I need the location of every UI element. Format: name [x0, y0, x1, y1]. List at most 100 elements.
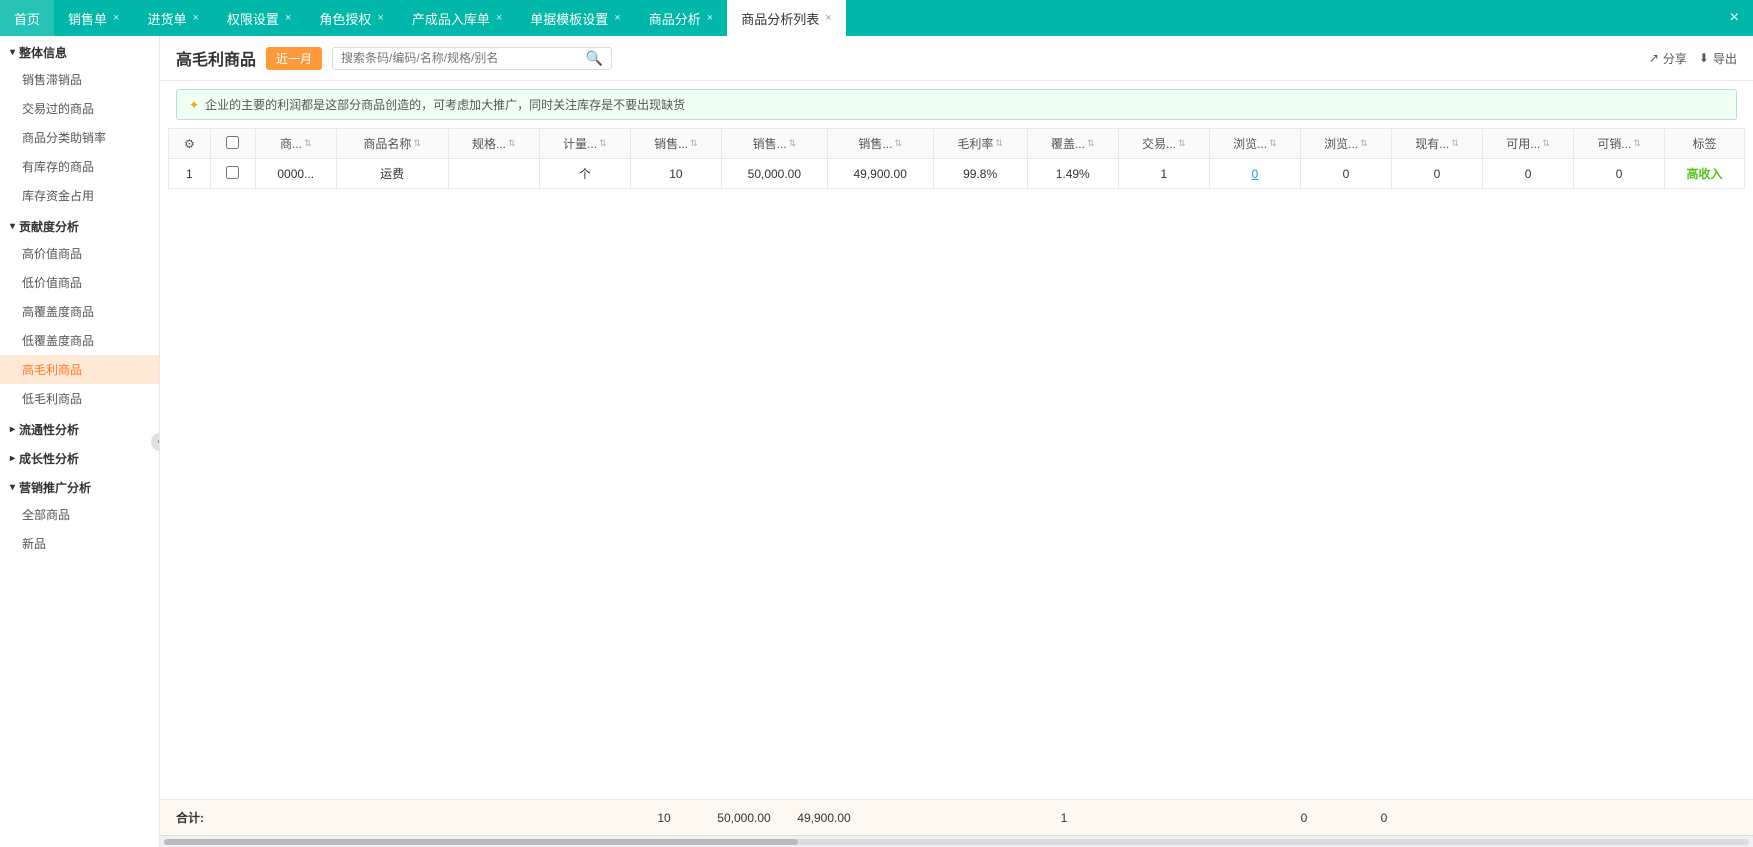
- col-label-9: 毛利率: [957, 135, 993, 152]
- nav-item-7[interactable]: 商品分析 ×: [635, 0, 727, 36]
- row-coverage: 1.49%: [1027, 159, 1118, 189]
- col-label-13: 浏览...: [1324, 135, 1358, 152]
- scroll-track: [164, 839, 1749, 845]
- sidebar-item-0-4[interactable]: 库存资金占用: [0, 181, 159, 210]
- section-label-4: 营销推广分析: [19, 479, 91, 496]
- col-header-16[interactable]: 可销...⇅: [1574, 129, 1665, 159]
- col-header-6[interactable]: 销售...⇅: [630, 129, 721, 159]
- sidebar-item-1-4[interactable]: 高毛利商品: [0, 355, 159, 384]
- nav-item-8[interactable]: 商品分析列表 ×: [727, 0, 845, 36]
- content-area: 高毛利商品 近一月 🔍 ↗ 分享 ⬇ 导出 ✦ 企业的主要的利润都是这部分商品创…: [160, 36, 1753, 847]
- col-header-7[interactable]: 销售...⇅: [721, 129, 827, 159]
- nav-item-2[interactable]: 进货单 ×: [133, 0, 212, 36]
- select-all-checkbox[interactable]: [226, 136, 239, 149]
- sort-icon-10: ⇅: [1087, 138, 1095, 149]
- section-arrow-0: ▾: [10, 47, 15, 58]
- sort-icon-5: ⇅: [599, 138, 607, 149]
- sidebar-section-3[interactable]: ▸成长性分析: [0, 442, 159, 471]
- table-row: 10000...运费个1050,000.0049,900.0099.8%1.49…: [169, 159, 1745, 189]
- sort-icon-12: ⇅: [1269, 138, 1277, 149]
- horizontal-scrollbar[interactable]: [160, 835, 1753, 847]
- row-code: 0000...: [255, 159, 336, 189]
- main-area: « ▾整体信息销售滞销品交易过的商品商品分类助销率有库存的商品库存资金占用▾贡献…: [0, 36, 1753, 847]
- sort-icon-11: ⇅: [1178, 138, 1186, 149]
- sidebar-item-1-2[interactable]: 高覆盖度商品: [0, 297, 159, 326]
- sidebar-item-0-3[interactable]: 有库存的商品: [0, 152, 159, 181]
- sidebar-section-0[interactable]: ▾ 整体信息: [0, 36, 159, 65]
- sidebar-item-1-0[interactable]: 高价值商品: [0, 239, 159, 268]
- col-header-4[interactable]: 规格...⇅: [448, 129, 539, 159]
- footer-cell-5: 10: [624, 811, 704, 825]
- search-input[interactable]: [341, 51, 586, 65]
- sort-icon-2: ⇅: [304, 138, 312, 149]
- nav-close-5[interactable]: ×: [496, 12, 502, 24]
- sidebar-item-0-2[interactable]: 商品分类助销率: [0, 123, 159, 152]
- nav-item-5[interactable]: 产成品入库单 ×: [398, 0, 516, 36]
- sidebar-item-1-3[interactable]: 低覆盖度商品: [0, 326, 159, 355]
- sidebar-item-1-1[interactable]: 低价值商品: [0, 268, 159, 297]
- share-button[interactable]: ↗ 分享: [1649, 50, 1687, 67]
- sidebar-section-2[interactable]: ▸流通性分析: [0, 413, 159, 442]
- nav-close-2[interactable]: ×: [192, 12, 198, 24]
- footer-cells: 1050,000.0049,900.00100: [224, 811, 1737, 825]
- sidebar-item-1-5[interactable]: 低毛利商品: [0, 384, 159, 413]
- col-header-14[interactable]: 现有...⇅: [1391, 129, 1482, 159]
- sort-icon-14: ⇅: [1451, 138, 1459, 149]
- col-label-2: 商...: [280, 135, 302, 152]
- row-sellable: 0: [1574, 159, 1665, 189]
- search-icon[interactable]: 🔍: [586, 50, 603, 67]
- col-header-12[interactable]: 浏览...⇅: [1209, 129, 1300, 159]
- info-banner: ✦ 企业的主要的利润都是这部分商品创造的，可考虑加大推广，同时关注库存是不要出现…: [176, 89, 1737, 120]
- sidebar-section-1[interactable]: ▾贡献度分析: [0, 210, 159, 239]
- sidebar-item-0-0[interactable]: 销售滞销品: [0, 65, 159, 94]
- nav-close-3[interactable]: ×: [285, 12, 291, 24]
- sidebar: « ▾整体信息销售滞销品交易过的商品商品分类助销率有库存的商品库存资金占用▾贡献…: [0, 36, 160, 847]
- nav-item-6[interactable]: 单据模板设置 ×: [516, 0, 634, 36]
- sort-icon-9: ⇅: [995, 138, 1003, 149]
- col-header-10[interactable]: 覆盖...⇅: [1027, 129, 1118, 159]
- col-label-8: 销售...: [858, 135, 892, 152]
- nav-close-7[interactable]: ×: [707, 12, 713, 24]
- col-header-5[interactable]: 计量...⇅: [539, 129, 630, 159]
- col-header-13[interactable]: 浏览...⇅: [1300, 129, 1391, 159]
- filter-period-button[interactable]: 近一月: [266, 47, 322, 70]
- row-unit: 个: [539, 159, 630, 189]
- footer-cell-7: 49,900.00: [784, 811, 864, 825]
- sidebar-item-4-0[interactable]: 全部商品: [0, 500, 159, 529]
- table-wrapper: ⚙商...⇅商品名称⇅规格...⇅计量...⇅销售...⇅销售...⇅销售...…: [160, 128, 1753, 799]
- nav-close-8[interactable]: ×: [825, 12, 831, 24]
- info-banner-text: 企业的主要的利润都是这部分商品创造的，可考虑加大推广，同时关注库存是不要出现缺货: [205, 96, 685, 113]
- sidebar-item-0-1[interactable]: 交易过的商品: [0, 94, 159, 123]
- col-header-2[interactable]: 商...⇅: [255, 129, 336, 159]
- sidebar-item-4-1[interactable]: 新品: [0, 529, 159, 558]
- section-label-0: 整体信息: [19, 44, 67, 61]
- col-label-4: 规格...: [472, 135, 506, 152]
- row-browse1: 0: [1209, 159, 1300, 189]
- sort-icon-8: ⇅: [894, 138, 902, 149]
- nav-close-6[interactable]: ×: [614, 12, 620, 24]
- col-header-17: 标签: [1665, 129, 1745, 159]
- sort-icon-6: ⇅: [690, 138, 698, 149]
- row-sales1: 10: [630, 159, 721, 189]
- top-nav: 首页销售单 ×进货单 ×权限设置 ×角色授权 ×产成品入库单 ×单据模板设置 ×…: [0, 0, 1753, 36]
- col-header-8[interactable]: 销售...⇅: [827, 129, 933, 159]
- page-title: 高毛利商品: [176, 46, 256, 70]
- export-button[interactable]: ⬇ 导出: [1699, 50, 1737, 67]
- col-header-9[interactable]: 毛利率⇅: [933, 129, 1027, 159]
- nav-item-3[interactable]: 权限设置 ×: [213, 0, 305, 36]
- nav-item-0[interactable]: 首页: [0, 0, 54, 36]
- row-sales2: 50,000.00: [721, 159, 827, 189]
- nav-item-1[interactable]: 销售单 ×: [54, 0, 133, 36]
- col-header-11[interactable]: 交易...⇅: [1118, 129, 1209, 159]
- col-header-3[interactable]: 商品名称⇅: [336, 129, 448, 159]
- col-label-16: 可销...: [1597, 135, 1631, 152]
- close-all-button[interactable]: ×: [1716, 9, 1753, 27]
- sidebar-section-4[interactable]: ▾营销推广分析: [0, 471, 159, 500]
- nav-close-4[interactable]: ×: [377, 12, 383, 24]
- row-sales3: 49,900.00: [827, 159, 933, 189]
- col-header-15[interactable]: 可用...⇅: [1483, 129, 1574, 159]
- nav-close-1[interactable]: ×: [113, 12, 119, 24]
- section-label-3: 成长性分析: [19, 450, 79, 467]
- export-icon: ⬇: [1699, 51, 1709, 65]
- nav-item-4[interactable]: 角色授权 ×: [305, 0, 397, 36]
